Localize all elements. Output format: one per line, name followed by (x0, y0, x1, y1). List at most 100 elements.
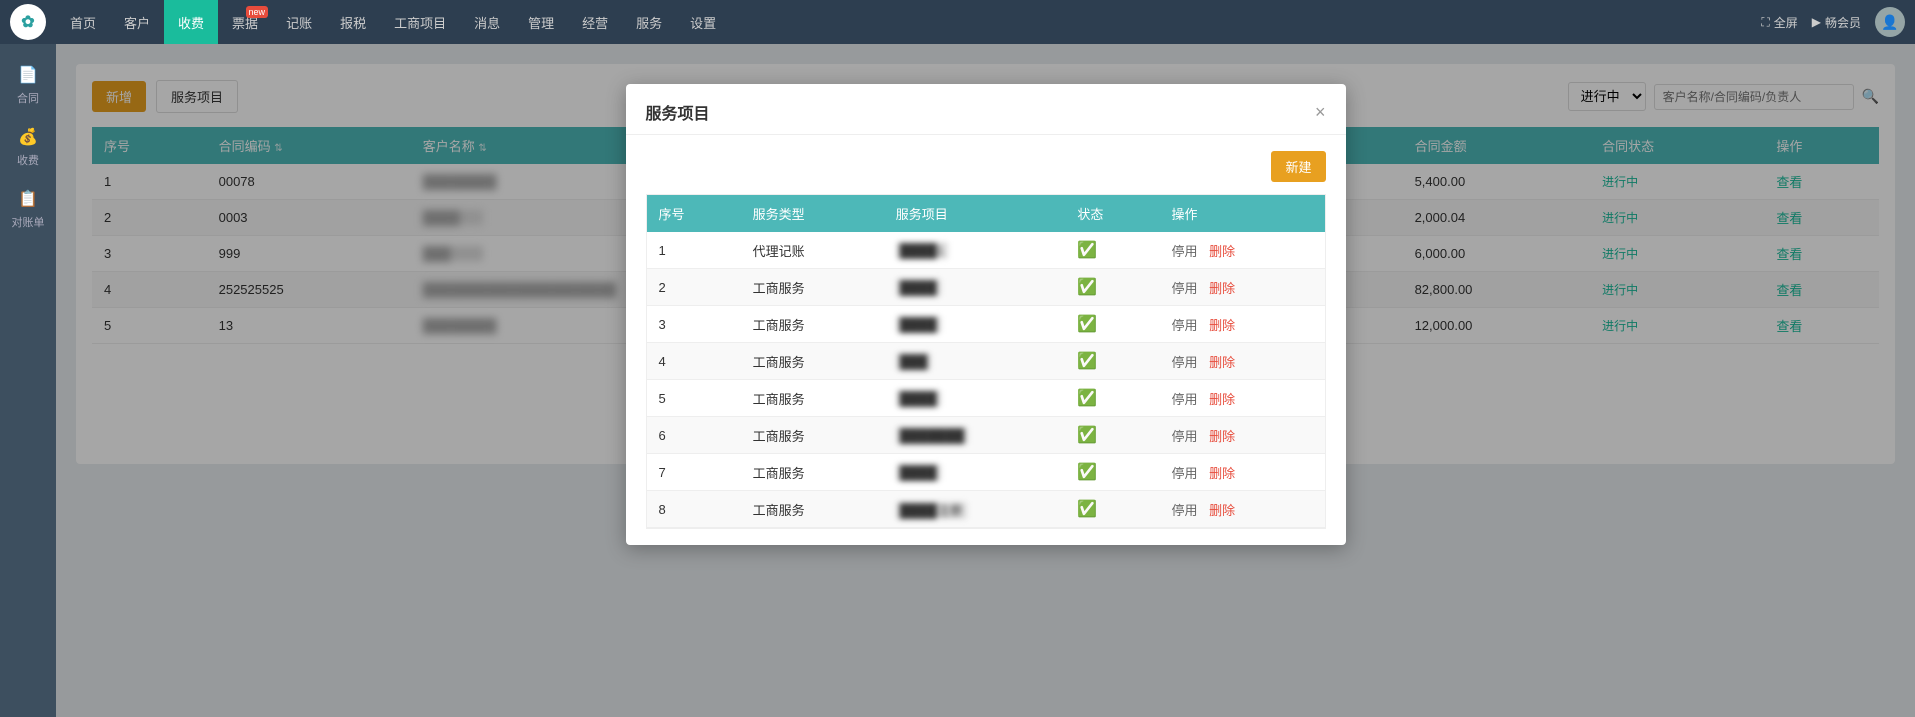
modal-body-rows: 1 代理记账 ████1 ✅ 停用 删除 2 工商服务 ████ ✅ 停用 删除… (647, 232, 1325, 528)
modal-cell-actions: 停用 删除 (1159, 417, 1324, 454)
user-avatar[interactable]: 👤 (1875, 7, 1905, 37)
modal-cell-project: ████ (884, 454, 1066, 491)
modal-title: 服务项目 (646, 100, 710, 124)
modal-cell-seq: 5 (647, 380, 741, 417)
modal-header: 服务项目 × (626, 84, 1346, 135)
stop-button[interactable]: 停用 (1171, 355, 1197, 370)
nav-ticket[interactable]: 票据 new (218, 0, 272, 44)
modal-col-seq: 序号 (647, 195, 741, 232)
modal-cell-project: ███████ (884, 417, 1066, 454)
stop-button[interactable]: 停用 (1171, 466, 1197, 481)
modal-cell-seq: 4 (647, 343, 741, 380)
sidebar-item-contract[interactable]: 📄 合同 (0, 54, 56, 116)
modal-cell-actions: 停用 删除 (1159, 306, 1324, 343)
modal-cell-project: ████ (884, 269, 1066, 306)
modal-cell-status: ✅ (1065, 343, 1159, 380)
sidebar: 📄 合同 💰 收费 📋 对账单 (0, 44, 56, 717)
modal-row: 7 工商服务 ████ ✅ 停用 删除 (647, 454, 1325, 491)
modal-cell-seq: 7 (647, 454, 741, 491)
fullscreen-icon: ⛶ (1761, 15, 1769, 30)
nav-business[interactable]: 工商项目 (380, 0, 460, 44)
modal-cell-type: 工商服务 (741, 454, 884, 491)
modal-cell-type: 工商服务 (741, 417, 884, 454)
modal-cell-project: ████ (884, 380, 1066, 417)
modal-cell-project: ███ (884, 343, 1066, 380)
member-button[interactable]: ▶ 畅会员 (1812, 14, 1861, 31)
modal-row: 2 工商服务 ████ ✅ 停用 删除 (647, 269, 1325, 306)
modal-body: 新建 序号 服务类型 服务项目 状态 操作 1 代理记账 (626, 135, 1346, 545)
nav-items: 首页 客户 收费 票据 new 记账 报税 工商项目 消息 管理 经营 服务 设… (56, 0, 1761, 44)
stop-button[interactable]: 停用 (1171, 429, 1197, 444)
modal-cell-seq: 3 (647, 306, 741, 343)
modal-cell-actions: 停用 删除 (1159, 380, 1324, 417)
nav-manage[interactable]: 管理 (514, 0, 568, 44)
modal-close-button[interactable]: × (1315, 103, 1326, 121)
modal-cell-project: ████注册 (884, 491, 1066, 528)
nav-bookkeeping[interactable]: 记账 (272, 0, 326, 44)
new-badge: new (246, 6, 269, 18)
sidebar-item-reconciliation[interactable]: 📋 对账单 (0, 178, 56, 240)
delete-button[interactable]: 删除 (1209, 318, 1235, 333)
nav-operation[interactable]: 经营 (568, 0, 622, 44)
modal-cell-type: 工商服务 (741, 491, 884, 528)
modal-cell-project: ████ (884, 306, 1066, 343)
modal-cell-type: 工商服务 (741, 269, 884, 306)
modal-cell-status: ✅ (1065, 232, 1159, 269)
modal-toolbar: 新建 (646, 151, 1326, 182)
delete-button[interactable]: 删除 (1209, 355, 1235, 370)
reconciliation-icon: 📋 (17, 188, 39, 210)
modal-cell-seq: 8 (647, 491, 741, 528)
stop-button[interactable]: 停用 (1171, 281, 1197, 296)
nav-message[interactable]: 消息 (460, 0, 514, 44)
modal-cell-seq: 6 (647, 417, 741, 454)
nav-service[interactable]: 服务 (622, 0, 676, 44)
stop-button[interactable]: 停用 (1171, 244, 1197, 259)
app-logo: ✿ (10, 4, 46, 40)
modal-cell-actions: 停用 删除 (1159, 454, 1324, 491)
modal-col-project: 服务项目 (884, 195, 1066, 232)
modal-cell-status: ✅ (1065, 417, 1159, 454)
charge-icon: 💰 (17, 126, 39, 148)
modal-table-wrap[interactable]: 序号 服务类型 服务项目 状态 操作 1 代理记账 ████1 ✅ 停用 删除 … (646, 194, 1326, 529)
delete-button[interactable]: 删除 (1209, 429, 1235, 444)
modal-cell-actions: 停用 删除 (1159, 491, 1324, 528)
modal-col-action: 操作 (1159, 195, 1324, 232)
nav-customer[interactable]: 客户 (110, 0, 164, 44)
modal-row: 5 工商服务 ████ ✅ 停用 删除 (647, 380, 1325, 417)
stop-button[interactable]: 停用 (1171, 318, 1197, 333)
modal-cell-status: ✅ (1065, 380, 1159, 417)
nav-home[interactable]: 首页 (56, 0, 110, 44)
modal-cell-type: 工商服务 (741, 306, 884, 343)
modal-cell-seq: 1 (647, 232, 741, 269)
modal-overlay[interactable]: 服务项目 × 新建 序号 服务类型 服务项目 状态 操作 (56, 44, 1915, 717)
service-modal: 服务项目 × 新建 序号 服务类型 服务项目 状态 操作 (626, 84, 1346, 545)
top-navigation: ✿ 首页 客户 收费 票据 new 记账 报税 工商项目 消息 管理 经营 服务… (0, 0, 1915, 44)
modal-cell-status: ✅ (1065, 491, 1159, 528)
sidebar-item-charge[interactable]: 💰 收费 (0, 116, 56, 178)
modal-cell-type: 代理记账 (741, 232, 884, 269)
modal-row: 4 工商服务 ███ ✅ 停用 删除 (647, 343, 1325, 380)
video-icon: ▶ (1812, 15, 1821, 29)
modal-cell-status: ✅ (1065, 269, 1159, 306)
delete-button[interactable]: 删除 (1209, 466, 1235, 481)
stop-button[interactable]: 停用 (1171, 392, 1197, 407)
modal-row: 6 工商服务 ███████ ✅ 停用 删除 (647, 417, 1325, 454)
fullscreen-button[interactable]: ⛶ 全屏 (1761, 14, 1797, 31)
modal-header-row: 序号 服务类型 服务项目 状态 操作 (647, 195, 1325, 232)
modal-cell-actions: 停用 删除 (1159, 232, 1324, 269)
modal-new-button[interactable]: 新建 (1271, 151, 1325, 182)
modal-row: 3 工商服务 ████ ✅ 停用 删除 (647, 306, 1325, 343)
nav-settings[interactable]: 设置 (676, 0, 730, 44)
delete-button[interactable]: 删除 (1209, 244, 1235, 259)
modal-cell-type: 工商服务 (741, 380, 884, 417)
modal-col-status: 状态 (1065, 195, 1159, 232)
stop-button[interactable]: 停用 (1171, 503, 1197, 518)
modal-col-type: 服务类型 (741, 195, 884, 232)
nav-charge[interactable]: 收费 (164, 0, 218, 44)
delete-button[interactable]: 删除 (1209, 392, 1235, 407)
contract-icon: 📄 (17, 64, 39, 86)
modal-cell-actions: 停用 删除 (1159, 343, 1324, 380)
delete-button[interactable]: 删除 (1209, 503, 1235, 518)
nav-tax[interactable]: 报税 (326, 0, 380, 44)
delete-button[interactable]: 删除 (1209, 281, 1235, 296)
